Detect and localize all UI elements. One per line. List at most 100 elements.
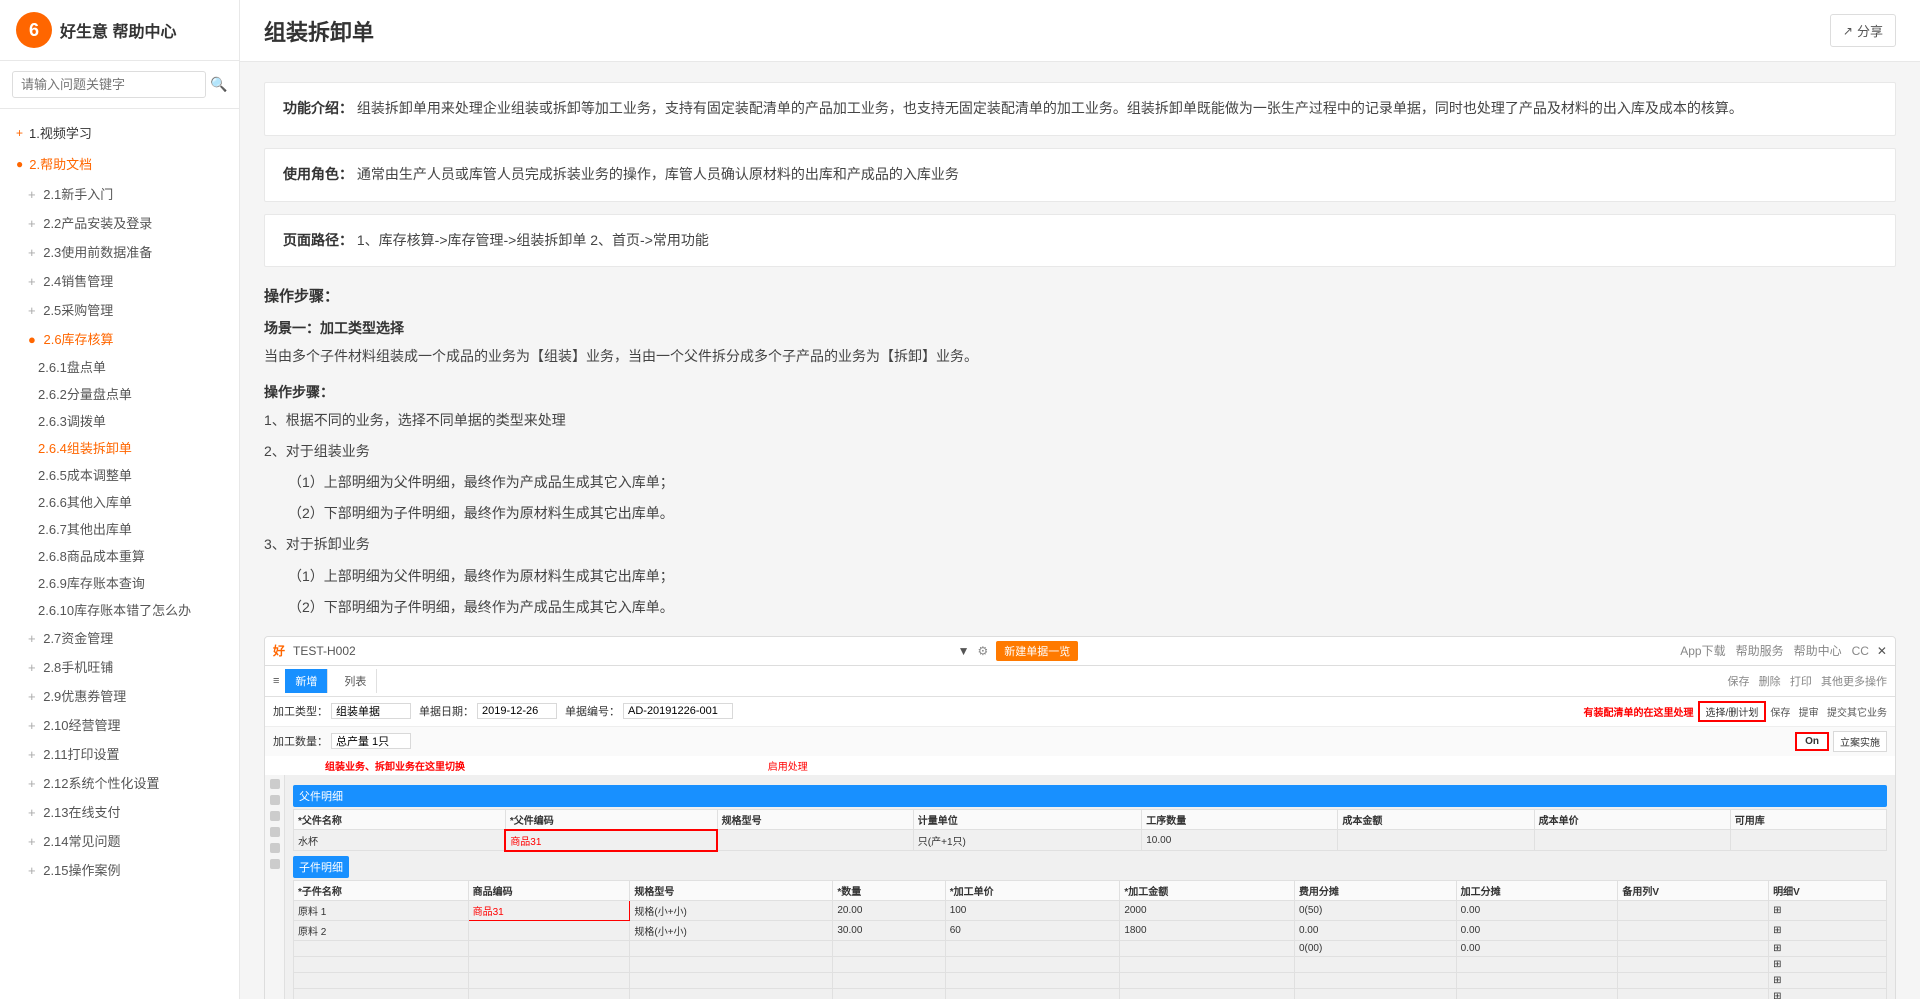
nav-item-2-6-8[interactable]: 2.6.8商品成本重算 <box>0 542 239 569</box>
page-title: 组装拆卸单 <box>264 15 374 47</box>
nav-collapse-icon-2-6: ● <box>28 332 36 347</box>
share-icon: ↗ <box>1843 24 1853 38</box>
nav-item-2-9[interactable]: + 2.9优惠券管理 <box>0 681 239 710</box>
mock-startuse-input: On <box>1795 732 1829 751</box>
mock-input-date <box>477 703 557 719</box>
search-input[interactable] <box>12 71 206 98</box>
mock-tab-list: 列表 <box>334 669 377 693</box>
ops-title: 操作步骤： <box>264 285 1896 306</box>
mock-form-row: 加工类型： 单据日期： 单据编号： 有装配清单的在这里处理 <box>265 697 1895 726</box>
nav-item-2-7[interactable]: + 2.7资金管理 <box>0 623 239 652</box>
annotation-2-text: 组装业务、拆卸业务在这里切换 <box>325 762 465 773</box>
mock-annotation-2-row: 组装业务、拆卸业务在这里切换 启用处理 <box>265 756 1895 775</box>
scene1-desc: 当由多个子件材料组装成一个成品的业务为【组装】业务，当由一个父件拆分成多个子产品… <box>264 344 1896 369</box>
mock-tab-new: 新增 <box>285 669 328 693</box>
ops-section: 操作步骤： 场景一：加工类型选择 当由多个子件材料组装成一个成品的业务为【组装】… <box>264 285 1896 999</box>
nav-item-2-1[interactable]: + 2.1新手入门 <box>0 179 239 208</box>
mock-table-area: 父件明细 *父件名称 *父件编码 规格型号 计量单位 工序数量 成本金额 <box>285 775 1895 999</box>
logo-text: 好生意 帮助中心 <box>60 18 176 42</box>
annotation-3-label: 启用处理 <box>768 762 808 773</box>
nav-expand-icon-2-2: + <box>28 216 36 231</box>
logo-icon: 6 <box>16 12 52 48</box>
mock-field-date: 单据日期： <box>419 703 557 719</box>
mock-upper-table-row-1: 水杯 商品31 只(产+1只) 10.00 <box>294 830 1887 851</box>
main-header: 组装拆卸单 ↗ 分享 <box>240 0 1920 62</box>
mock-input-qty <box>331 733 411 749</box>
nav-item-2-14[interactable]: + 2.14常见问题 <box>0 826 239 855</box>
nav-item-2-11[interactable]: + 2.11打印设置 <box>0 739 239 768</box>
nav-item-2-6-2[interactable]: 2.6.2分量盘点单 <box>0 380 239 407</box>
nav-item-2-6-10[interactable]: 2.6.10库存账本错了怎么办 <box>0 596 239 623</box>
nav-collapse-icon-2: ● <box>16 157 23 171</box>
search-button[interactable]: 🔍 <box>210 76 227 93</box>
nav-item-2-15[interactable]: + 2.15操作案例 <box>0 855 239 884</box>
mock-new-btn: 新建单据一览 <box>996 641 1078 661</box>
nav-section-2[interactable]: ● 2.帮助文档 <box>0 148 239 179</box>
mock-field-qty: 加工数量： <box>273 733 411 749</box>
nav-item-2-10[interactable]: + 2.10经营管理 <box>0 710 239 739</box>
mock-select-plan-btn: 选择/删计划 <box>1698 701 1767 722</box>
role-text: 通常由生产人员或库管人员完成拆装业务的操作，库管人员确认原材料的出库和产成品的入… <box>357 166 959 182</box>
nav-item-2-6-4[interactable]: 2.6.4组装拆卸单 <box>0 434 239 461</box>
nav-item-2-6[interactable]: ● 2.6库存核算 <box>0 324 239 353</box>
step3-2: （2）下部明细为子件明细，最终作为产成品生成其它入库单。 <box>288 595 1896 620</box>
nav-item-2-6-7[interactable]: 2.6.7其他出库单 <box>0 515 239 542</box>
nav-item-2-6-1[interactable]: 2.6.1盘点单 <box>0 353 239 380</box>
nav-tree: + 1.视频学习 ● 2.帮助文档 + 2.1新手入门 + 2.2产品安装及登录… <box>0 109 239 999</box>
step2-2: （2）下部明细为子件明细，最终作为原材料生成其它出库单。 <box>288 501 1896 526</box>
path-label: 页面路径： <box>283 232 353 248</box>
nav-item-2-6-9[interactable]: 2.6.9库存账本查询 <box>0 569 239 596</box>
content-area: 功能介绍： 组装拆卸单用来处理企业组装或拆卸等加工业务，支持有固定装配清单的产品… <box>240 62 1920 999</box>
role-block: 使用角色： 通常由生产人员或库管人员完成拆装业务的操作，库管人员确认原材料的出库… <box>264 148 1896 202</box>
screenshot-mockup: 好 TEST-H002 ▼ ⚙ 新建单据一览 App下载 帮助服务 帮助中心 C… <box>264 636 1896 999</box>
nav-item-2-2[interactable]: + 2.2产品安装及登录 <box>0 208 239 237</box>
nav-expand-icon-2-4: + <box>28 274 36 289</box>
nav-item-2-12[interactable]: + 2.12系统个性化设置 <box>0 768 239 797</box>
sidebar: 6 好生意 帮助中心 🔍 + 1.视频学习 ● 2.帮助文档 + 2.1新手入门… <box>0 0 240 999</box>
mock-field-type: 加工类型： <box>273 703 411 719</box>
mock-lower-section-header: 子件明细 <box>293 856 349 878</box>
mock-upper-section-header: 父件明细 <box>293 785 1887 807</box>
role-label: 使用角色： <box>283 166 353 182</box>
nav-item-2-3[interactable]: + 2.3使用前数据准备 <box>0 237 239 266</box>
mock-upper-table: *父件名称 *父件编码 规格型号 计量单位 工序数量 成本金额 成本单价 可用库 <box>293 809 1887 852</box>
mock-titlebar: 好 TEST-H002 ▼ ⚙ 新建单据一览 App下载 帮助服务 帮助中心 C… <box>265 637 1895 666</box>
nav-expand-icon-1: + <box>16 126 23 140</box>
nav-item-2-5[interactable]: + 2.5采购管理 <box>0 295 239 324</box>
mock-input-type <box>331 703 411 719</box>
share-button[interactable]: ↗ 分享 <box>1830 14 1896 47</box>
nav-expand-icon-2-1: + <box>28 187 36 202</box>
ops-steps-title: 操作步骤： <box>264 382 1896 402</box>
mock-lower-row-6: ⊞ <box>294 988 1887 999</box>
mock-nav-bar: ≡ 新增 列表 保存 删除 打印 其他更多操作 <box>265 666 1895 697</box>
intro-block: 功能介绍： 组装拆卸单用来处理企业组装或拆卸等加工业务，支持有固定装配清单的产品… <box>264 82 1896 136</box>
nav-item-2-4[interactable]: + 2.4销售管理 <box>0 266 239 295</box>
mock-lower-table: *子件名称 商品编码 规格型号 *数量 *加工单价 *加工金额 费用分摊 加工分… <box>293 880 1887 999</box>
annotation-3-text: On <box>1805 736 1819 747</box>
intro-text: 组装拆卸单用来处理企业组装或拆卸等加工业务，支持有固定装配清单的产品加工业务，也… <box>357 100 1743 116</box>
step2: 2、对于组装业务 <box>264 439 1896 464</box>
mock-main-section: 父件明细 *父件名称 *父件编码 规格型号 计量单位 工序数量 成本金额 <box>265 775 1895 999</box>
intro-label: 功能介绍： <box>283 100 353 116</box>
mock-lower-row-2: 原料 2 规格(小+小) 30.00 60 1800 0.00 0.00 <box>294 920 1887 940</box>
mock-lower-row-5: ⊞ <box>294 972 1887 988</box>
nav-item-2-6-3[interactable]: 2.6.3调拨单 <box>0 407 239 434</box>
nav-item-2-13[interactable]: + 2.13在线支付 <box>0 797 239 826</box>
nav-item-2-8[interactable]: + 2.8手机旺铺 <box>0 652 239 681</box>
search-area: 🔍 <box>0 61 239 109</box>
step3: 3、对于拆卸业务 <box>264 532 1896 557</box>
mock-field-no: 单据编号： <box>565 703 733 719</box>
step3-1: （1）上部明细为父件明细，最终作为原材料生成其它出库单； <box>288 564 1896 589</box>
main-content-area: 组装拆卸单 ↗ 分享 功能介绍： 组装拆卸单用来处理企业组装或拆卸等加工业务，支… <box>240 0 1920 999</box>
mock-lower-row-4: ⊞ <box>294 956 1887 972</box>
nav-section-1[interactable]: + 1.视频学习 <box>0 117 239 148</box>
mock-form-row2: 加工数量： On 立案实施 <box>265 726 1895 756</box>
mock-go-btn: 立案实施 <box>1833 731 1887 752</box>
logo-area: 6 好生意 帮助中心 <box>0 0 239 61</box>
scene1-title: 场景一：加工类型选择 <box>264 318 1896 338</box>
nav-item-2-6-6[interactable]: 2.6.6其他入库单 <box>0 488 239 515</box>
step2-1: （1）上部明细为父件明细，最终作为产成品生成其它入库单； <box>288 470 1896 495</box>
mock-icon-sidebar <box>265 775 285 999</box>
path-block: 页面路径： 1、库存核算->库存管理->组装拆卸单 2、首页->常用功能 <box>264 214 1896 268</box>
nav-item-2-6-5[interactable]: 2.6.5成本调整单 <box>0 461 239 488</box>
